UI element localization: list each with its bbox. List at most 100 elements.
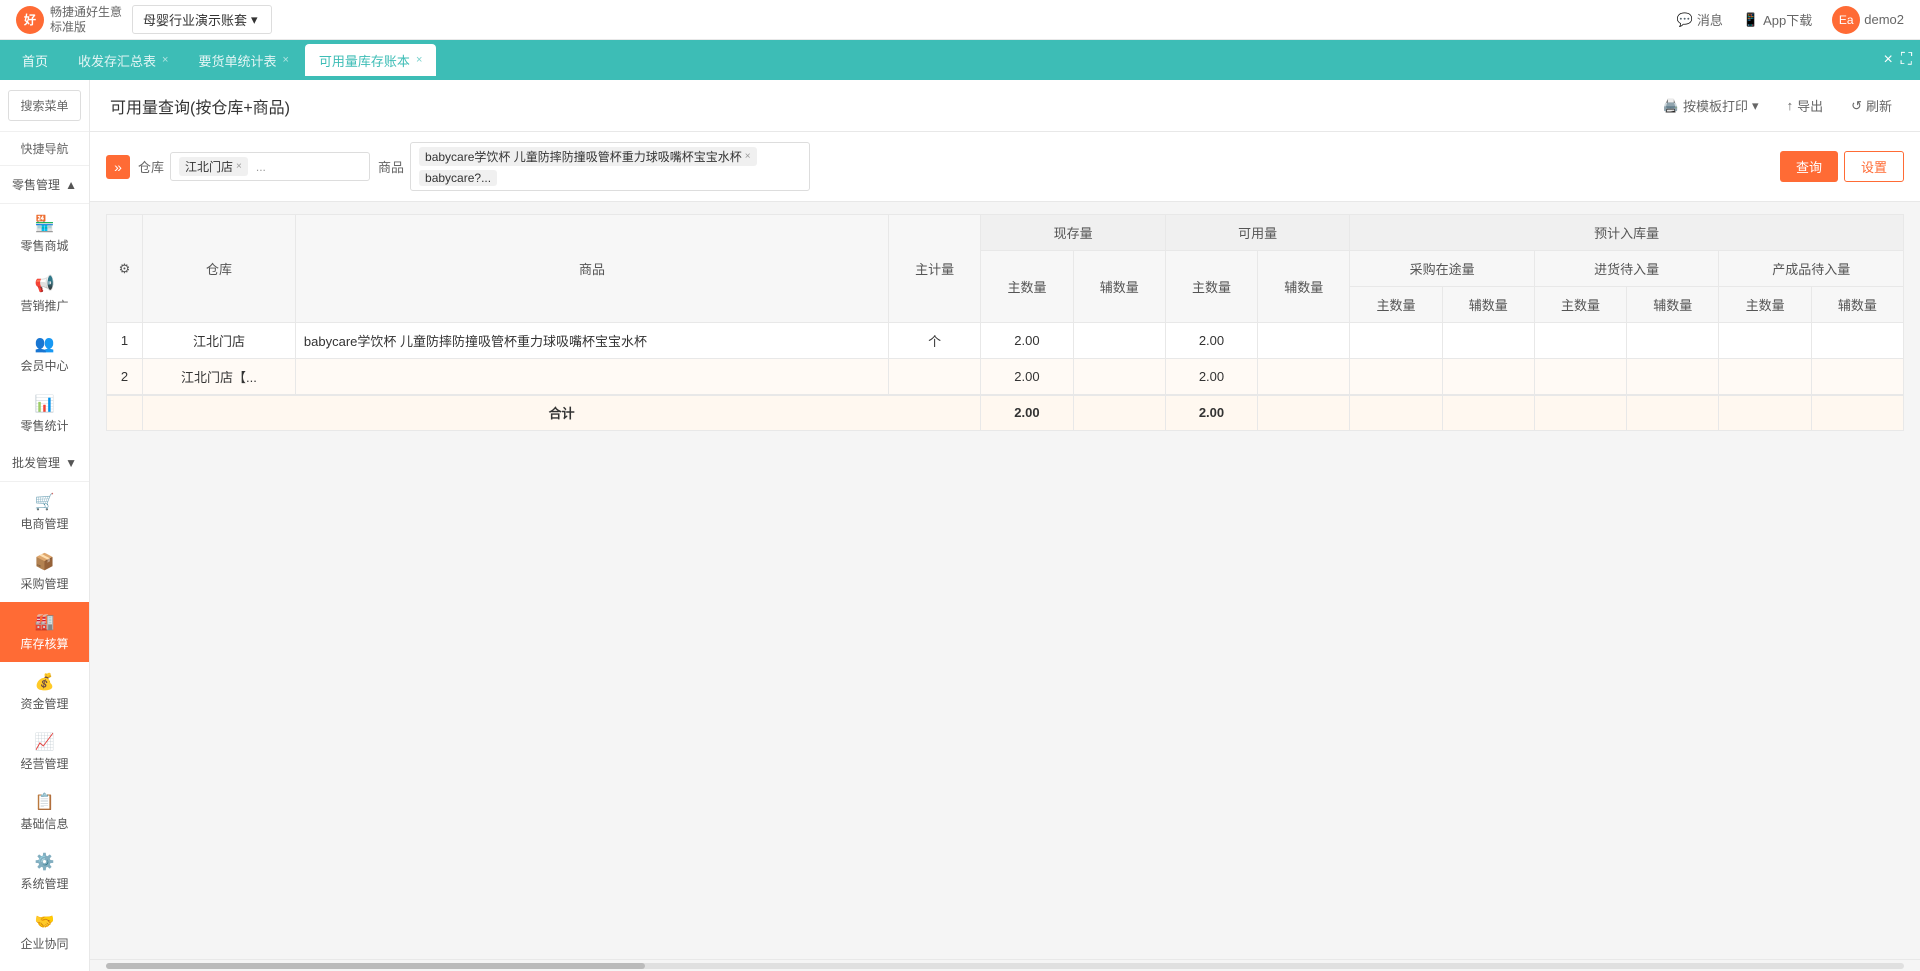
avatar: Ea: [1832, 6, 1860, 34]
enterprise-icon: 🤝: [35, 912, 55, 932]
footer-avail-main: 2.00: [1165, 395, 1257, 431]
sidebar-item-retail-stats[interactable]: 📊 零售统计: [0, 384, 89, 444]
page-title: 可用量查询(按仓库+商品): [110, 94, 290, 118]
table-settings-icon[interactable]: ⚙: [107, 215, 143, 323]
warehouse-tag-jiangbei: 江北门店 ×: [179, 157, 248, 176]
refresh-icon: ↺: [1851, 98, 1862, 114]
cell-incoming-aux: [1627, 359, 1719, 395]
expand-button[interactable]: »: [106, 155, 130, 179]
product-input[interactable]: babycare学饮杯 儿童防摔防撞吸管杯重力球吸嘴杯宝宝水杯 × babyca…: [410, 142, 810, 191]
print-icon: 🖨️: [1663, 98, 1679, 114]
close-icon[interactable]: ×: [162, 54, 168, 66]
cell-stock-aux: [1073, 359, 1165, 395]
nav-tabs: 首页 收发存汇总表 × 要货单统计表 × 可用量库存账本 × × ⛶: [0, 40, 1920, 80]
industry-selector[interactable]: 母婴行业演示账套 ▾: [132, 5, 272, 34]
sidebar-item-zero-retail[interactable]: 零售管理 ▲: [0, 166, 89, 204]
sidebar-item-basic[interactable]: 📋 基础信息: [0, 782, 89, 842]
export-button[interactable]: ↑ 导出: [1779, 92, 1832, 119]
tab-yaohuo[interactable]: 要货单统计表 ×: [184, 44, 302, 76]
footer-purchase-aux: [1442, 395, 1534, 431]
cell-purchase-aux: [1442, 359, 1534, 395]
cell-warehouse: 江北门店【...: [143, 359, 296, 395]
app-download-button[interactable]: 📱 App下载: [1743, 10, 1812, 29]
sidebar-item-purchase[interactable]: 📦 采购管理: [0, 542, 89, 602]
logo-area: 好 畅捷通好生意 标准版: [16, 5, 122, 34]
member-icon: 👥: [35, 334, 55, 354]
search-menu-button[interactable]: 搜索菜单: [8, 90, 81, 121]
nav-actions: × ⛶: [1883, 51, 1912, 69]
tag-close-icon[interactable]: ×: [745, 151, 751, 162]
more-options[interactable]: ...: [252, 160, 270, 174]
close-all-button[interactable]: ×: [1883, 51, 1892, 69]
tab-keyongliang[interactable]: 可用量库存账本 ×: [305, 44, 436, 76]
fullscreen-button[interactable]: ⛶: [1901, 51, 1912, 69]
cell-warehouse: 江北门店: [143, 323, 296, 359]
horizontal-scrollbar[interactable]: [90, 959, 1920, 971]
top-bar-right: 💬 消息 📱 App下载 Ea demo2: [1677, 6, 1904, 34]
logo-text: 畅捷通好生意 标准版: [50, 5, 122, 34]
cell-stock-main: 2.00: [981, 359, 1073, 395]
cell-product: [295, 359, 888, 395]
system-icon: ⚙️: [35, 852, 55, 872]
cell-avail-main: 2.00: [1165, 323, 1257, 359]
sidebar-item-wholesale[interactable]: 批发管理 ▼: [0, 444, 89, 482]
sidebar-item-finance[interactable]: 💰 资金管理: [0, 662, 89, 722]
th-stock-main: 主数量: [981, 251, 1073, 323]
warehouse-field: 仓库 江北门店 × ...: [138, 152, 370, 181]
cell-purchase-main: [1350, 323, 1442, 359]
top-bar: 好 畅捷通好生意 标准版 母婴行业演示账套 ▾ 💬 消息 📱 App下载 Ea …: [0, 0, 1920, 40]
sidebar-item-ecommerce[interactable]: 🛒 电商管理: [0, 482, 89, 542]
th-product-aux: 辅数量: [1811, 287, 1903, 323]
footer-incoming-aux: [1627, 395, 1719, 431]
shop-icon: 🏪: [35, 214, 55, 234]
th-avail-main: 主数量: [1165, 251, 1257, 323]
th-purchase-aux: 辅数量: [1442, 287, 1534, 323]
sidebar-item-system[interactable]: ⚙️ 系统管理: [0, 842, 89, 902]
user-menu[interactable]: Ea demo2: [1832, 6, 1904, 34]
quick-nav-button[interactable]: 快捷导航: [0, 132, 89, 166]
content-area: 可用量查询(按仓库+商品) 🖨️ 按模板打印 ▾ ↑ 导出 ↺ 刷新 »: [90, 80, 1920, 971]
cell-product-main: [1719, 359, 1811, 395]
cell-avail-main: 2.00: [1165, 359, 1257, 395]
product-tag-babycare: babycare学饮杯 儿童防摔防撞吸管杯重力球吸嘴杯宝宝水杯 ×: [419, 147, 757, 166]
sidebar-search-section: 搜索菜单: [0, 80, 89, 132]
query-button[interactable]: 查询: [1780, 151, 1838, 182]
sidebar-item-operation[interactable]: 📈 经营管理: [0, 722, 89, 782]
th-product-pending: 产成品待入量: [1719, 251, 1904, 287]
scrollbar-thumb[interactable]: [106, 963, 645, 969]
cell-incoming-main: [1534, 359, 1626, 395]
top-bar-left: 好 畅捷通好生意 标准版 母婴行业演示账套 ▾: [16, 5, 272, 34]
refresh-button[interactable]: ↺ 刷新: [1843, 92, 1900, 119]
inventory-icon: 🏭: [35, 612, 55, 632]
chevron-down-icon: ▾: [251, 12, 258, 28]
warehouse-input[interactable]: 江北门店 × ...: [170, 152, 370, 181]
tab-home[interactable]: 首页: [8, 44, 62, 76]
sidebar-item-marketing[interactable]: 📢 营销推广: [0, 264, 89, 324]
sidebar-item-newguide[interactable]: 🆕 新手引导: [0, 962, 89, 971]
close-icon[interactable]: ×: [282, 54, 288, 66]
cell-avail-aux: [1258, 323, 1350, 359]
th-product: 商品: [295, 215, 888, 323]
cell-product-aux: [1811, 323, 1903, 359]
arrow-icon: ▼: [65, 456, 77, 470]
data-table: ⚙ 仓库 商品 主计量 现存量 可用量 预计入库量 主数量 辅数量 主数量 辅数…: [106, 214, 1904, 431]
cell-unit: [889, 359, 981, 395]
footer-product-aux: [1811, 395, 1903, 431]
sidebar-item-inventory[interactable]: 🏭 库存核算: [0, 602, 89, 662]
close-icon[interactable]: ×: [416, 54, 422, 66]
footer-stock-main: 2.00: [981, 395, 1073, 431]
tag-close-icon[interactable]: ×: [236, 161, 242, 172]
table-footer-row: 合计 2.00 2.00: [107, 395, 1904, 431]
sidebar-item-member[interactable]: 👥 会员中心: [0, 324, 89, 384]
tab-shoufa[interactable]: 收发存汇总表 ×: [64, 44, 182, 76]
th-incoming-main: 主数量: [1534, 287, 1626, 323]
page-header-actions: 🖨️ 按模板打印 ▾ ↑ 导出 ↺ 刷新: [1655, 92, 1900, 119]
print-template-button[interactable]: 🖨️ 按模板打印 ▾: [1655, 92, 1767, 119]
product-field: 商品 babycare学饮杯 儿童防摔防撞吸管杯重力球吸嘴杯宝宝水杯 × bab…: [378, 142, 810, 191]
sidebar-item-enterprise[interactable]: 🤝 企业协同: [0, 902, 89, 962]
settings-button[interactable]: 设置: [1844, 151, 1904, 182]
th-stock-aux: 辅数量: [1073, 251, 1165, 323]
message-button[interactable]: 💬 消息: [1677, 10, 1723, 29]
sidebar-item-retail-mall[interactable]: 🏪 零售商城: [0, 204, 89, 264]
cell-index: 1: [107, 323, 143, 359]
